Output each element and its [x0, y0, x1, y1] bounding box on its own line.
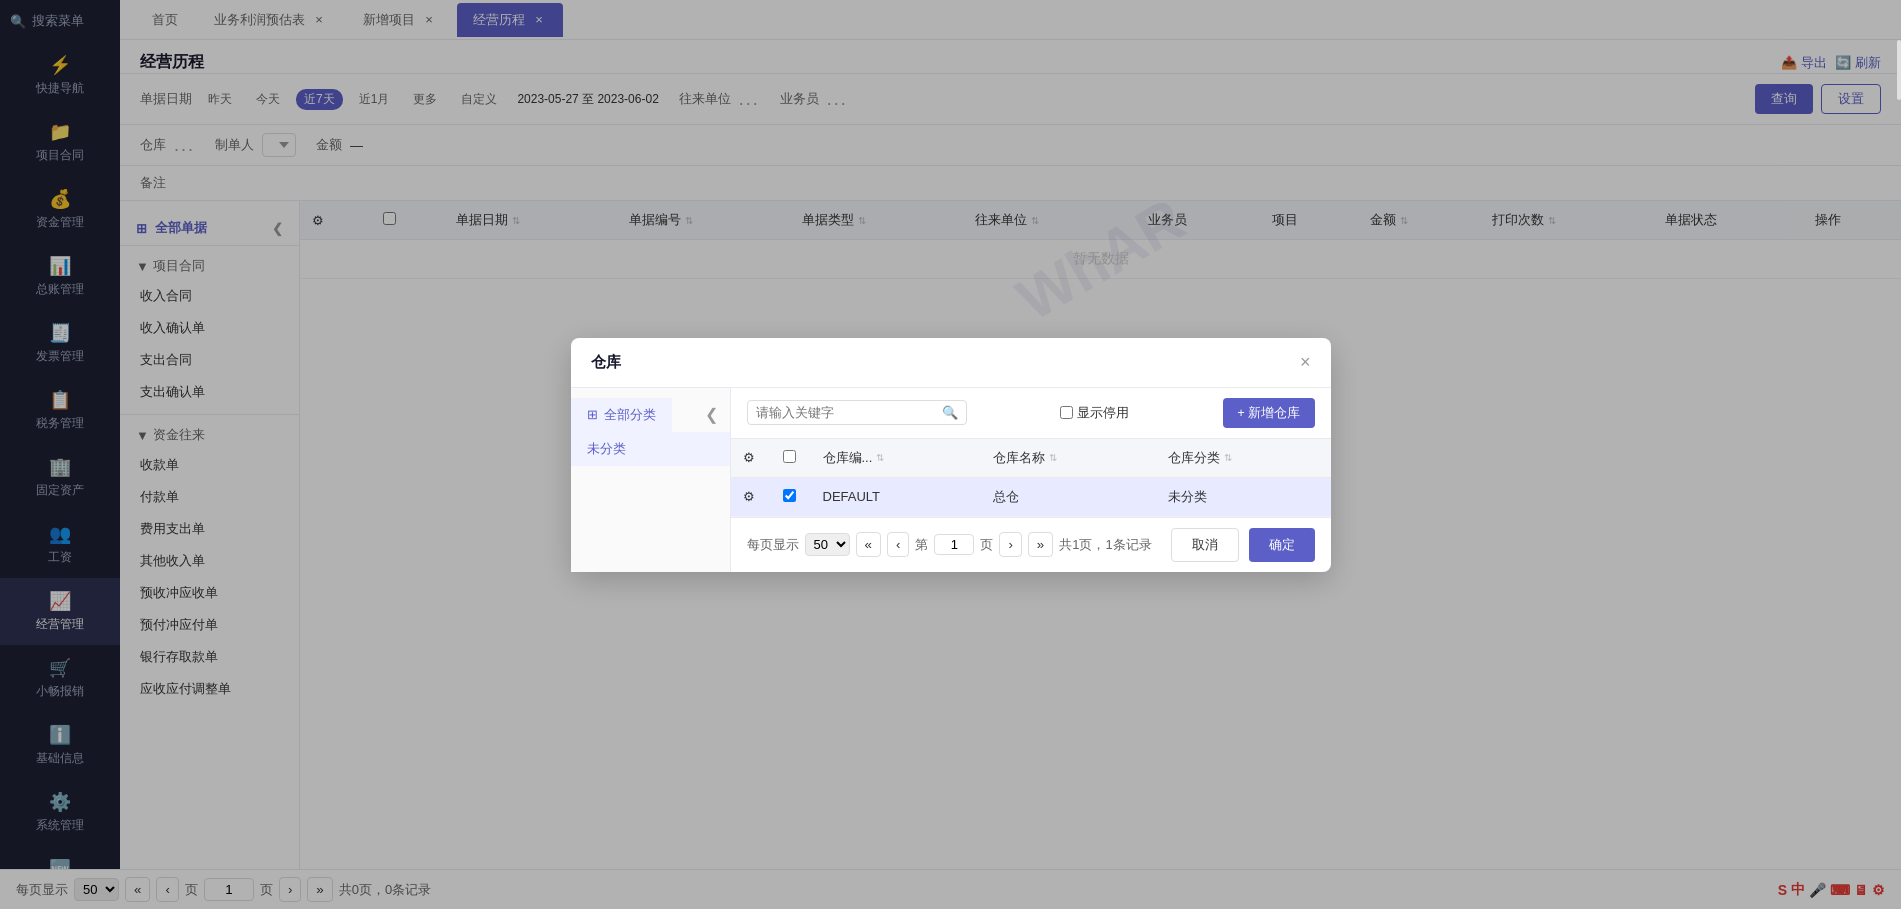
modal-unclassified-label: 未分类 — [587, 441, 626, 456]
row-settings-icon[interactable]: ⚙ — [743, 489, 755, 504]
modal-search-icon: 🔍 — [942, 405, 958, 420]
modal-cat-sort[interactable]: ⇅ — [1224, 452, 1232, 463]
modal-sidebar-collapse-btn[interactable]: ❮ — [697, 401, 726, 428]
modal-page-pre-label: 第 — [915, 536, 928, 554]
modal-title: 仓库 — [591, 353, 621, 372]
modal-th-settings: ⚙ — [731, 439, 771, 478]
modal-name-sort[interactable]: ⇅ — [1049, 452, 1057, 463]
settings-icon2[interactable]: ⚙ — [743, 450, 755, 465]
modal-th-code: 仓库编... ⇅ — [811, 439, 981, 478]
row-name-cell: 总仓 — [981, 477, 1156, 516]
modal-data-table: ⚙ 仓库编... ⇅ — [731, 439, 1331, 517]
modal-next-page[interactable]: › — [999, 532, 1021, 557]
modal-page-label: 页 — [980, 536, 993, 554]
row-checkbox-cell — [771, 477, 811, 516]
row-code-cell: DEFAULT — [811, 477, 981, 516]
modal-actions: 取消 确定 — [1171, 528, 1315, 562]
modal-page-input[interactable] — [934, 534, 974, 555]
modal-th-category: 仓库分类 ⇅ — [1156, 439, 1331, 478]
modal-prev-page[interactable]: ‹ — [887, 532, 909, 557]
show-disabled-label: 显示停用 — [1077, 404, 1129, 422]
modal-toolbar: 🔍 显示停用 + 新增仓库 — [731, 388, 1331, 439]
modal-close-btn[interactable]: × — [1300, 352, 1311, 373]
modal-category-all-label: 全部分类 — [604, 406, 656, 424]
modal-overlay: 仓库 × ⊞ 全部分类 ❮ 未分类 — [0, 0, 1901, 909]
modal-search[interactable]: 🔍 — [747, 400, 967, 425]
per-page-label: 每页显示 — [747, 536, 799, 554]
modal-table-body: ⚙ DEFAULT 总仓 未分类 — [731, 477, 1331, 516]
modal-unclassified-btn[interactable]: 未分类 — [571, 432, 730, 466]
row-category-cell: 未分类 — [1156, 477, 1331, 516]
modal-sidebar: ⊞ 全部分类 ❮ 未分类 — [571, 388, 731, 572]
modal-pagination: 每页显示 50 « ‹ 每页显示 第 页 › » 共1页，1条记录 — [747, 532, 1152, 557]
modal-header: 仓库 × — [571, 338, 1331, 388]
modal-th-checkbox — [771, 439, 811, 478]
per-page-select[interactable]: 50 — [805, 533, 850, 556]
modal-first-page[interactable]: « — [856, 532, 881, 557]
show-disabled-checkbox-label[interactable]: 显示停用 — [1060, 404, 1129, 422]
grid-icon2: ⊞ — [587, 407, 598, 422]
modal-confirm-btn[interactable]: 确定 — [1249, 528, 1315, 562]
modal-main: 🔍 显示停用 + 新增仓库 ⚙ — [731, 388, 1331, 572]
modal-search-input[interactable] — [756, 405, 936, 420]
modal-body: ⊞ 全部分类 ❮ 未分类 🔍 — [571, 388, 1331, 572]
modal-last-page[interactable]: » — [1028, 532, 1053, 557]
modal-category-all-btn[interactable]: ⊞ 全部分类 — [571, 398, 672, 432]
show-disabled-checkbox[interactable] — [1060, 406, 1073, 419]
modal-total-label: 共1页，1条记录 — [1059, 536, 1151, 554]
modal-code-sort[interactable]: ⇅ — [876, 452, 884, 463]
modal-table-container: ⚙ 仓库编... ⇅ — [731, 439, 1331, 517]
modal-table-header-row: ⚙ 仓库编... ⇅ — [731, 439, 1331, 478]
add-warehouse-btn[interactable]: + 新增仓库 — [1223, 398, 1314, 428]
modal-footer: 每页显示 50 « ‹ 每页显示 第 页 › » 共1页，1条记录 — [731, 517, 1331, 572]
modal-table-row[interactable]: ⚙ DEFAULT 总仓 未分类 — [731, 477, 1331, 516]
row-settings-cell: ⚙ — [731, 477, 771, 516]
modal-select-all[interactable] — [783, 450, 796, 463]
warehouse-modal: 仓库 × ⊞ 全部分类 ❮ 未分类 — [571, 338, 1331, 572]
modal-cancel-btn[interactable]: 取消 — [1171, 528, 1239, 562]
row-checkbox[interactable] — [783, 489, 796, 502]
modal-th-name: 仓库名称 ⇅ — [981, 439, 1156, 478]
